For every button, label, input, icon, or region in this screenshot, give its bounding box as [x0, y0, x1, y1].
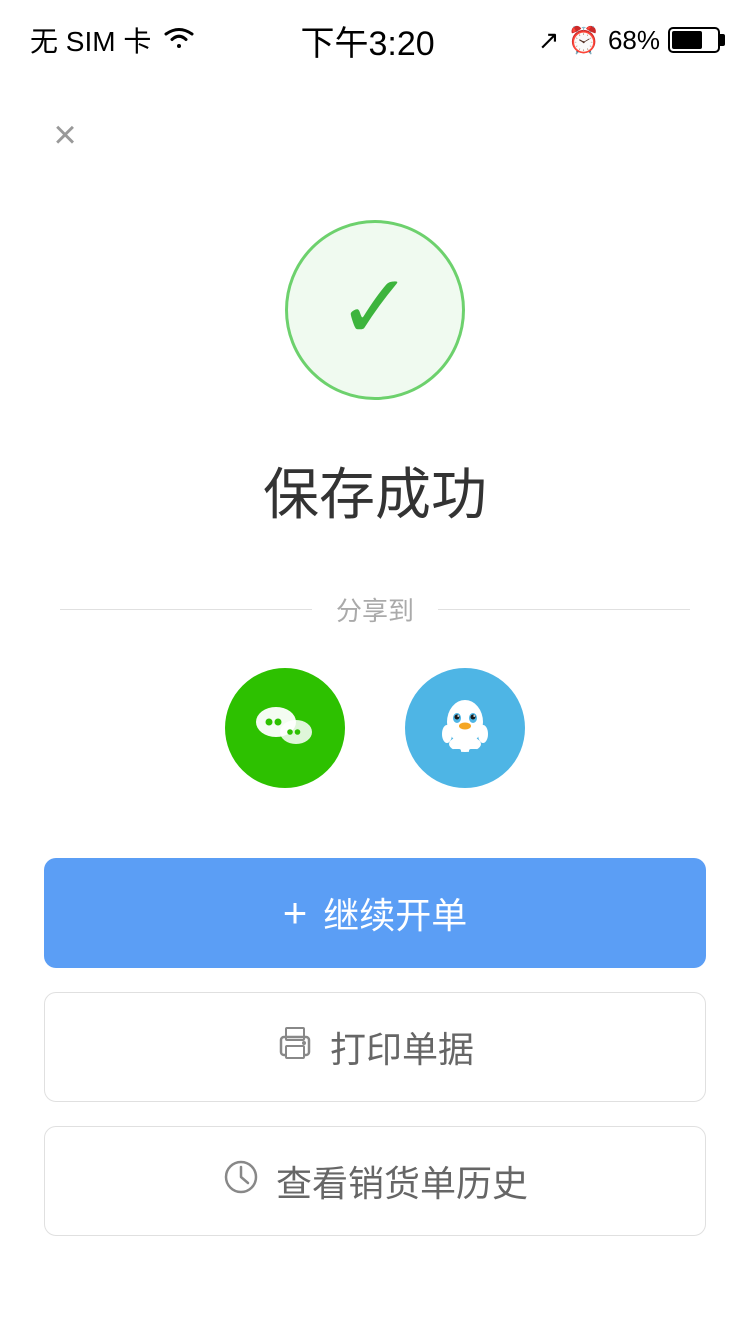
- location-icon: ↗: [538, 25, 560, 56]
- carrier-label: 无 SIM 卡: [30, 20, 151, 60]
- continue-button[interactable]: + 继续开单: [44, 858, 706, 968]
- print-label: 打印单据: [330, 1021, 474, 1073]
- qq-logo-icon: [430, 692, 500, 764]
- success-icon-circle: ✓: [285, 220, 465, 400]
- status-right: ↗ ⏰ 68%: [538, 25, 720, 56]
- share-label: 分享到: [312, 591, 438, 628]
- wifi-icon: [161, 24, 197, 57]
- divider-left: [60, 609, 312, 610]
- share-qq-button[interactable]: [405, 668, 525, 788]
- status-time: 下午3:20: [300, 16, 434, 65]
- continue-label: 继续开单: [323, 887, 467, 939]
- close-area: ×: [0, 80, 750, 180]
- action-buttons: + 继续开单 打印单据 查看销货单历史: [0, 858, 750, 1236]
- battery-icon: [668, 27, 720, 53]
- print-icon: [276, 1024, 314, 1071]
- history-label: 查看销货单历史: [276, 1155, 528, 1207]
- alarm-icon: ⏰: [568, 25, 600, 56]
- close-button[interactable]: ×: [40, 110, 90, 160]
- success-title: 保存成功: [263, 450, 487, 531]
- print-button[interactable]: 打印单据: [44, 992, 706, 1102]
- close-icon: ×: [53, 115, 76, 155]
- battery-label: 68%: [608, 25, 660, 56]
- share-wechat-button[interactable]: [225, 668, 345, 788]
- main-content: ✓ 保存成功 分享到: [0, 180, 750, 1236]
- status-left: 无 SIM 卡: [30, 20, 197, 60]
- divider-right: [438, 609, 690, 610]
- history-icon: [222, 1158, 260, 1205]
- share-icons-row: [225, 668, 525, 788]
- status-bar: 无 SIM 卡 下午3:20 ↗ ⏰ 68%: [0, 0, 750, 80]
- share-divider: 分享到: [0, 591, 750, 628]
- continue-icon: +: [283, 889, 308, 937]
- checkmark-icon: ✓: [337, 263, 412, 353]
- history-button[interactable]: 查看销货单历史: [44, 1126, 706, 1236]
- wechat-logo-icon: [250, 698, 320, 758]
